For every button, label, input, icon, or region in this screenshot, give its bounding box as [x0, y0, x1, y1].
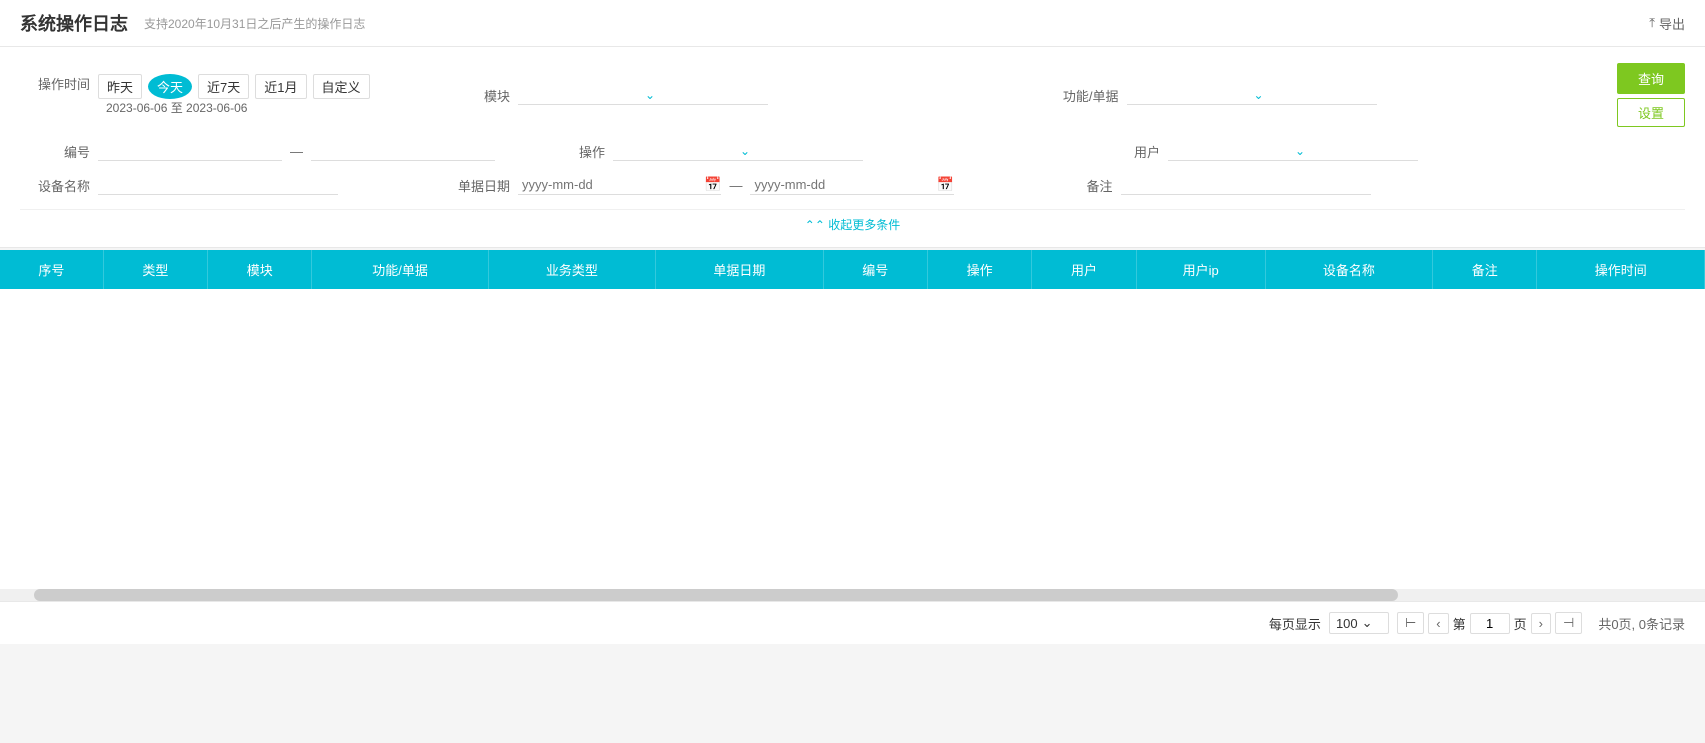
time-buttons: 昨天 今天 近7天 近1月 自定义	[98, 74, 370, 99]
time-btn-custom[interactable]: 自定义	[313, 74, 370, 99]
voucher-date-filter-group: 单据日期 📅 — 📅	[440, 175, 1003, 195]
time-options-wrap: 昨天 今天 近7天 近1月 自定义 2023-06-06 至 2023-06-0…	[98, 74, 370, 116]
func-label: 功能/单据	[1049, 86, 1119, 105]
operation-filter-group: 操作 ⌄	[535, 142, 1050, 161]
func-chevron-icon: ⌄	[1254, 88, 1373, 102]
operation-chevron-icon: ⌄	[740, 144, 859, 158]
filter-section: 操作时间 昨天 今天 近7天 近1月 自定义 2023-06-06 至 2023…	[0, 47, 1705, 248]
func-filter-group: 功能/单据 ⌄	[1049, 86, 1618, 105]
col-biz-type: 业务类型	[488, 250, 655, 289]
page-nav: ⊢ ‹ 第 页 › ⊣	[1397, 612, 1582, 634]
page-number-input[interactable]	[1470, 613, 1510, 634]
device-filter-group: 设备名称	[20, 175, 400, 195]
per-page-select[interactable]: 100 ⌄	[1329, 612, 1389, 634]
pagination-bar: 每页显示 100 ⌄ ⊢ ‹ 第 页 › ⊣ 共0页, 0条记录	[0, 601, 1705, 644]
operation-select[interactable]: ⌄	[613, 142, 863, 161]
action-buttons: 查询 设置	[1617, 63, 1685, 127]
code-dash: —	[290, 144, 303, 159]
col-device: 设备名称	[1265, 250, 1432, 289]
voucher-date-label: 单据日期	[440, 176, 510, 195]
col-voucher-date: 单据日期	[656, 250, 823, 289]
total-info: 共0页, 0条记录	[1598, 614, 1685, 633]
collapse-icon: ⌃⌃	[805, 218, 825, 232]
func-select[interactable]: ⌄	[1127, 86, 1377, 105]
time-range-display: 2023-06-06 至 2023-06-06	[106, 99, 370, 116]
setting-button[interactable]: 设置	[1617, 98, 1685, 127]
device-input[interactable]	[98, 175, 338, 195]
col-user: 用户	[1032, 250, 1136, 289]
col-module: 模块	[208, 250, 312, 289]
page-title: 系统操作日志	[20, 10, 128, 36]
export-label: 导出	[1659, 14, 1685, 33]
table-header: 序号 类型 模块 功能/单据 业务类型 单据日期 编号 操作 用户 用户ip 设…	[0, 250, 1705, 289]
date-dash: —	[729, 178, 742, 193]
date-from-wrap: 📅	[518, 175, 721, 195]
data-table: 序号 类型 模块 功能/单据 业务类型 单据日期 编号 操作 用户 用户ip 设…	[0, 250, 1705, 289]
col-type: 类型	[103, 250, 207, 289]
filter-row-1: 操作时间 昨天 今天 近7天 近1月 自定义 2023-06-06 至 2023…	[20, 63, 1685, 127]
page-unit: 页	[1514, 614, 1527, 633]
user-filter-group: 用户 ⌄	[1090, 142, 1605, 161]
filter-row-3: 设备名称 单据日期 📅 — 📅 备注	[20, 175, 1685, 195]
col-user-ip: 用户ip	[1136, 250, 1265, 289]
code-label: 编号	[20, 142, 90, 161]
operation-label: 操作	[535, 142, 605, 161]
page-header: 系统操作日志 支持2020年10月31日之后产生的操作日志 ⤒ 导出	[0, 0, 1705, 47]
code-input-from[interactable]	[98, 141, 282, 161]
time-label: 操作时间	[20, 74, 90, 93]
time-filter-group: 操作时间 昨天 今天 近7天 近1月 自定义 2023-06-06 至 2023…	[20, 74, 400, 116]
calendar-from-icon[interactable]: 📅	[704, 176, 721, 193]
module-filter-group: 模块 ⌄	[440, 86, 1009, 105]
export-button[interactable]: ⤒ 导出	[1649, 14, 1685, 33]
remark-label: 备注	[1043, 176, 1113, 195]
time-btn-today[interactable]: 今天	[148, 74, 192, 99]
horizontal-scrollbar[interactable]	[0, 589, 1705, 601]
col-index: 序号	[0, 250, 103, 289]
time-btn-7days[interactable]: 近7天	[198, 74, 249, 99]
user-chevron-icon: ⌄	[1295, 144, 1414, 158]
col-remark: 备注	[1433, 250, 1537, 289]
col-op-time: 操作时间	[1537, 250, 1705, 289]
per-page-label: 每页显示	[1269, 614, 1321, 633]
collapse-bar[interactable]: ⌃⌃ 收起更多条件	[20, 209, 1685, 237]
device-label: 设备名称	[20, 176, 90, 195]
user-select[interactable]: ⌄	[1168, 142, 1418, 161]
date-to-wrap: 📅	[750, 175, 953, 195]
filter-row-2: 编号 — 操作 ⌄ 用户 ⌄	[20, 141, 1685, 161]
module-label: 模块	[440, 86, 510, 105]
col-operation: 操作	[927, 250, 1031, 289]
empty-area	[0, 289, 1705, 589]
module-select[interactable]: ⌄	[518, 86, 768, 105]
table-header-row: 序号 类型 模块 功能/单据 业务类型 单据日期 编号 操作 用户 用户ip 设…	[0, 250, 1705, 289]
page-label: 第	[1453, 614, 1466, 633]
query-button[interactable]: 查询	[1617, 63, 1685, 94]
code-input-to[interactable]	[311, 141, 495, 161]
time-btn-yesterday[interactable]: 昨天	[98, 74, 142, 99]
remark-filter-group: 备注	[1043, 175, 1606, 195]
last-page-button[interactable]: ⊣	[1555, 612, 1582, 634]
date-to-input[interactable]	[750, 175, 934, 194]
per-page-value: 100	[1336, 616, 1358, 631]
collapse-label: 收起更多条件	[828, 218, 900, 232]
export-icon: ⤒	[1649, 15, 1655, 31]
col-code: 编号	[823, 250, 927, 289]
date-from-input[interactable]	[518, 175, 702, 194]
prev-page-button[interactable]: ‹	[1428, 613, 1448, 634]
first-page-button[interactable]: ⊢	[1397, 612, 1424, 634]
col-func: 功能/单据	[312, 250, 488, 289]
user-label: 用户	[1090, 142, 1160, 161]
per-page-chevron-icon: ⌄	[1362, 615, 1373, 631]
page-subtitle: 支持2020年10月31日之后产生的操作日志	[144, 15, 365, 32]
table-section: 序号 类型 模块 功能/单据 业务类型 单据日期 编号 操作 用户 用户ip 设…	[0, 250, 1705, 589]
time-btn-1month[interactable]: 近1月	[255, 74, 306, 99]
calendar-to-icon[interactable]: 📅	[936, 176, 953, 193]
next-page-button[interactable]: ›	[1531, 613, 1551, 634]
remark-input[interactable]	[1121, 175, 1371, 195]
scrollbar-thumb[interactable]	[34, 589, 1398, 601]
code-filter-group: 编号 —	[20, 141, 495, 161]
module-chevron-icon: ⌄	[645, 88, 764, 102]
